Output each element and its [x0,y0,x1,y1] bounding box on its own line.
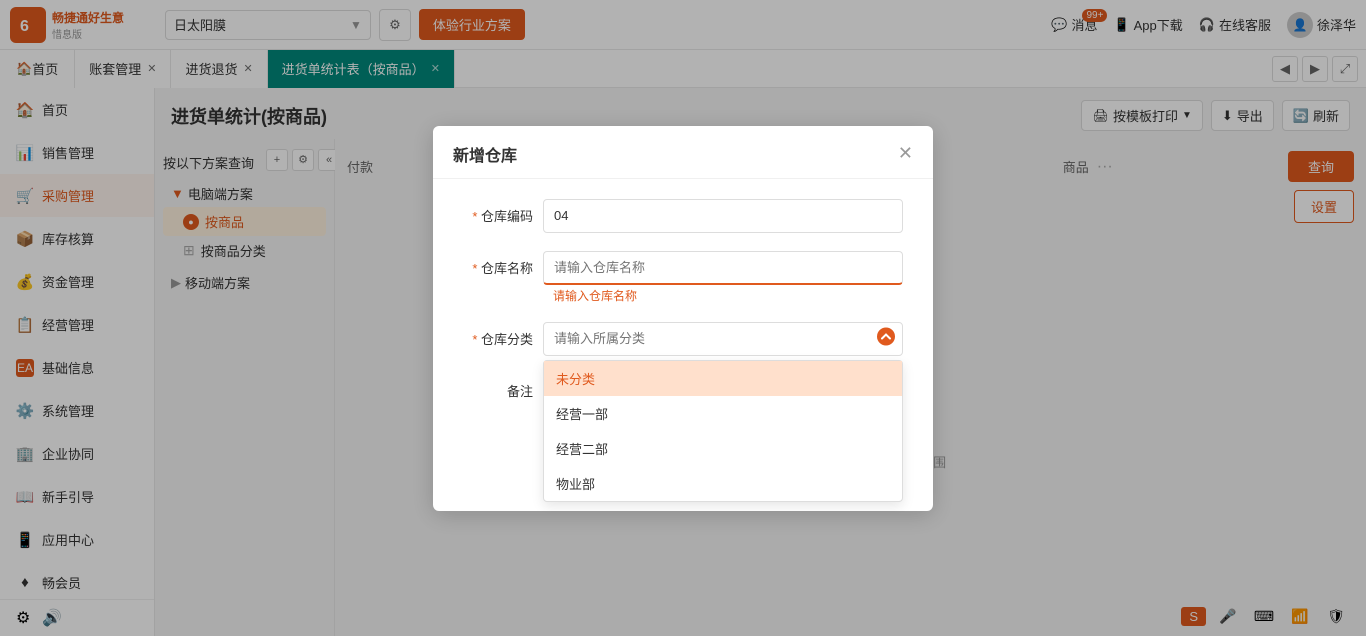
form-row-code: 仓库编码 [463,199,903,233]
name-input[interactable] [543,251,903,285]
category-select-wrap: 未分类 经营一部 经营二部 物业部 [543,322,903,356]
code-input[interactable] [543,199,903,233]
form-row-name: 仓库名称 请输入仓库名称 [463,251,903,304]
dropdown-item-2[interactable]: 经营二部 [544,431,902,466]
dropdown-item-3[interactable]: 物业部 [544,466,902,501]
modal-header: 新增仓库 ✕ [433,126,933,179]
code-label: 仓库编码 [463,206,543,225]
category-dropdown: 未分类 经营一部 经营二部 物业部 [543,360,903,502]
form-row-category: 仓库分类 未分类 经营一部 经营二部 物业部 [463,322,903,356]
modal-title: 新增仓库 [453,142,517,166]
name-error-msg: 请输入仓库名称 [553,287,637,304]
modal-overlay: 新增仓库 ✕ 仓库编码 仓库名称 请输入仓库名称 仓库分类 [0,0,1366,636]
category-label: 仓库分类 [463,322,543,348]
modal-body: 仓库编码 仓库名称 请输入仓库名称 仓库分类 [433,179,933,446]
note-label: 备注 [463,381,543,400]
category-input[interactable] [543,322,903,356]
new-warehouse-modal: 新增仓库 ✕ 仓库编码 仓库名称 请输入仓库名称 仓库分类 [433,126,933,511]
name-label: 仓库名称 [463,258,543,277]
dropdown-item-0[interactable]: 未分类 [544,361,902,396]
modal-close-btn[interactable]: ✕ [898,143,913,164]
dropdown-item-1[interactable]: 经营一部 [544,396,902,431]
